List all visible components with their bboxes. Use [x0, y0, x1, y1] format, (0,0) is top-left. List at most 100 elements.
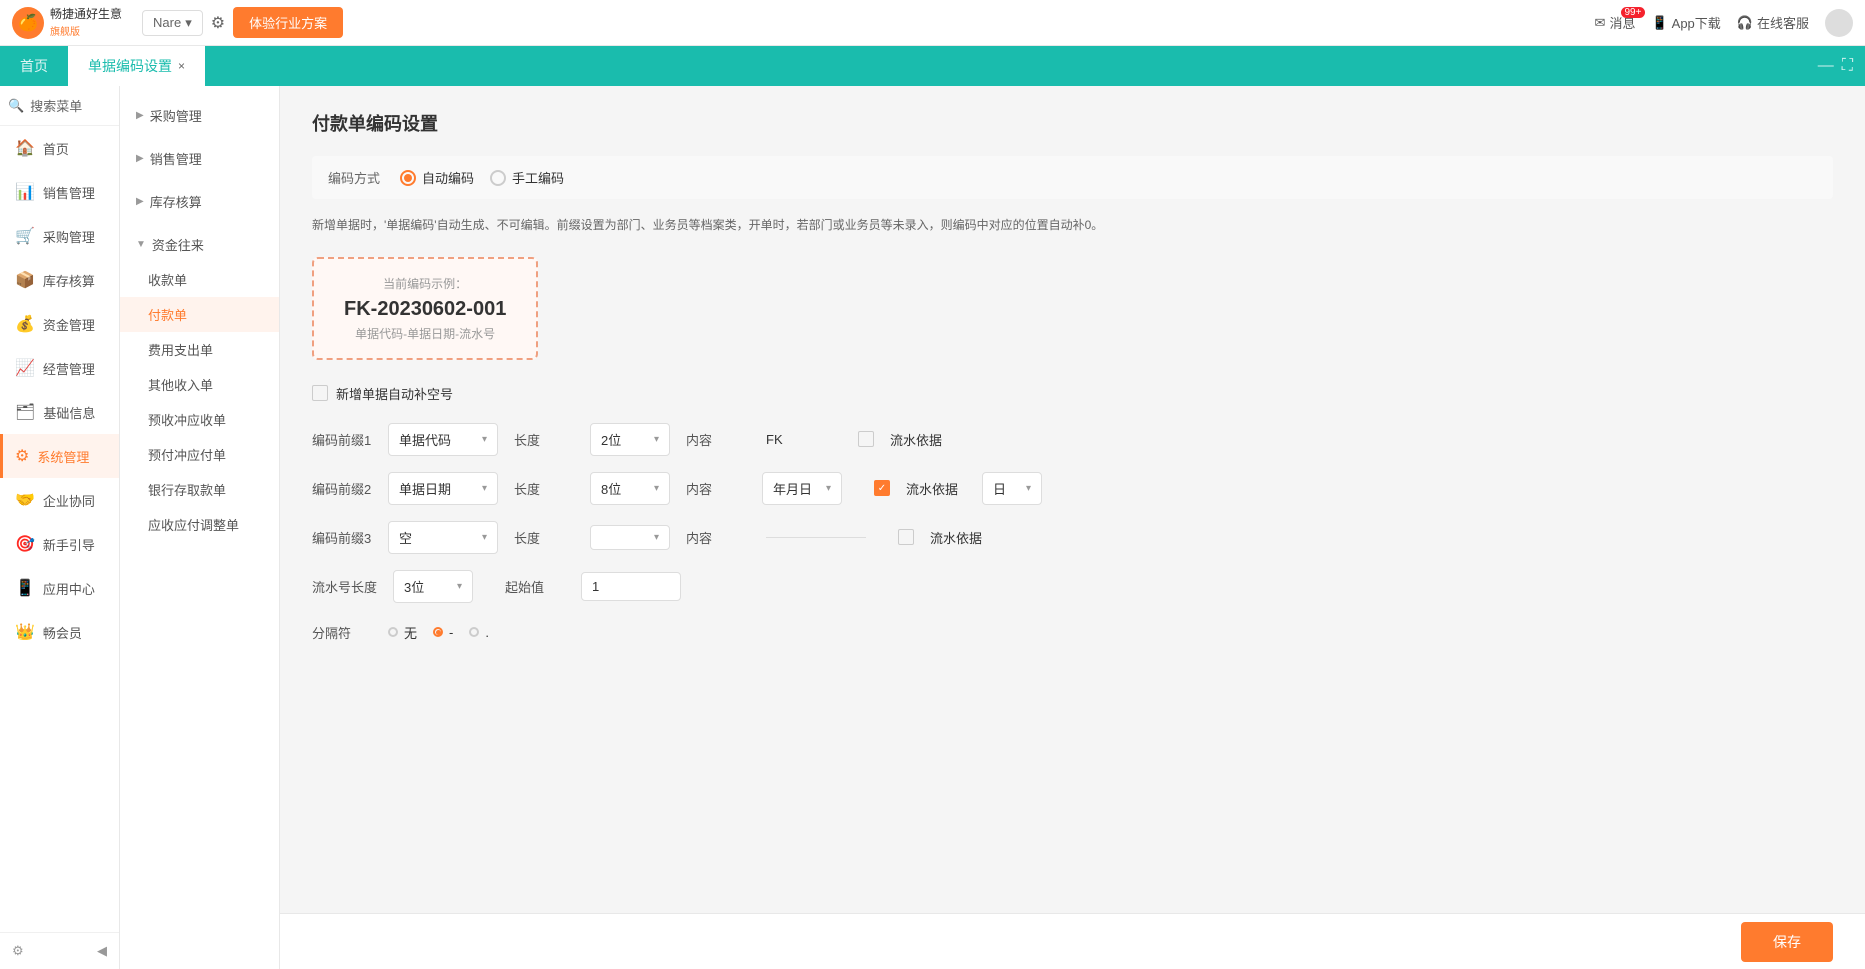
prefix2-select[interactable]: 单据日期 ▾ [388, 472, 498, 505]
prefix3-value: 空 [399, 528, 412, 547]
sidebar: 🔍 搜索菜单 🏠 首页 📊 销售管理 🛒 采购管理 📦 库存核算 💰 资金管理 … [0, 86, 120, 969]
sep-none-radio[interactable]: 无 [388, 623, 417, 642]
serial-row: 流水号长度 3位 ▾ 起始值 [312, 570, 1833, 603]
content-area: 付款单编码设置 编码方式 自动编码 手工编码 新增单据时，'单据编码'自动生成、… [280, 86, 1865, 969]
auto-code-radio[interactable]: 自动编码 [400, 168, 474, 187]
sub-group-sales-header[interactable]: ▶ 销售管理 [120, 141, 279, 176]
serial-follow3-checkbox[interactable] [898, 529, 914, 545]
logo-icon: 🍊 [12, 7, 44, 39]
sidebar-item-purchase-label: 采购管理 [43, 227, 95, 246]
sidebar-item-appcenter[interactable]: 📱 应用中心 [0, 566, 119, 610]
sidebar-item-operations[interactable]: 📈 经营管理 [0, 346, 119, 390]
sidebar-item-system[interactable]: ⚙ 系统管理 [0, 434, 119, 478]
sidebar-item-sales[interactable]: 📊 销售管理 [0, 170, 119, 214]
sidebar-search[interactable]: 🔍 搜索菜单 [0, 86, 119, 126]
sidebar-item-guide[interactable]: 🎯 新手引导 [0, 522, 119, 566]
prefix3-row: 编码前缀3 空 ▾ 长度 ▾ 内容 流水依据 [312, 521, 1833, 554]
code-preview-value: FK-20230602-001 [344, 298, 506, 321]
tab-voucher-code[interactable]: 单据编码设置 × [68, 46, 205, 86]
serial-follow2-label: 流水依据 [906, 479, 958, 498]
prefix2-row: 编码前缀2 单据日期 ▾ 长度 8位 ▾ 内容 年月日 ▾ ✓ 流水依据 [312, 472, 1833, 505]
prefix1-select[interactable]: 单据代码 ▾ [388, 423, 498, 456]
top-bar: 🍊 畅捷通好生意 旗舰版 Nare ▾ ⚙ 体验行业方案 ✉ 消息 99+ 📱 … [0, 0, 1865, 46]
sidebar-collapse-icon[interactable]: ◀ [97, 943, 107, 959]
sub-item-receipt[interactable]: 收款单 [120, 262, 279, 297]
sidebar-item-system-label: 系统管理 [37, 447, 89, 466]
sub-group-sales: ▶ 销售管理 [120, 137, 279, 180]
sep-dash-radio[interactable]: - [433, 625, 453, 640]
sub-item-ar-ap-adjust[interactable]: 应收应付调整单 [120, 507, 279, 542]
prefix3-select[interactable]: 空 ▾ [388, 521, 498, 554]
prefix3-arrow: ▾ [482, 532, 487, 543]
sub-group-inventory-header[interactable]: ▶ 库存核算 [120, 184, 279, 219]
sidebar-item-purchase[interactable]: 🛒 采购管理 [0, 214, 119, 258]
code-preview-label: 当前编码示例： [344, 275, 506, 292]
sub-group-finance: ▼ 资金往来 收款单 付款单 费用支出单 其他收入单 预收冲应收单 预付冲应付单… [120, 223, 279, 546]
length1-select[interactable]: 2位 ▾ [590, 423, 670, 456]
sales-icon: 📊 [15, 182, 35, 202]
sub-group-finance-header[interactable]: ▼ 资金往来 [120, 227, 279, 262]
sub-item-expense[interactable]: 费用支出单 [120, 332, 279, 367]
sidebar-item-home[interactable]: 🏠 首页 [0, 126, 119, 170]
chevron-down-icon: ▾ [185, 15, 192, 31]
trial-btn[interactable]: 体验行业方案 [233, 7, 343, 38]
save-button[interactable]: 保存 [1741, 922, 1833, 962]
serial-length-select[interactable]: 3位 ▾ [393, 570, 473, 603]
serial-follow2-unit-select[interactable]: 日 ▾ [982, 472, 1042, 505]
online-service-btn[interactable]: 🎧 在线客服 [1737, 13, 1809, 32]
tab-close-icon[interactable]: × [178, 59, 185, 73]
maximize-icon[interactable]: ⛶ [1842, 57, 1853, 75]
content2-select[interactable]: 年月日 ▾ [762, 472, 842, 505]
length1-value: 2位 [601, 430, 621, 449]
prefix3-label: 编码前缀3 [312, 528, 372, 547]
nav-tabs: 首页 单据编码设置 × — ⛶ [0, 46, 1865, 86]
online-service-label: 在线客服 [1757, 13, 1809, 32]
sidebar-item-member[interactable]: 👑 畅会员 [0, 610, 119, 654]
user-avatar[interactable] [1825, 9, 1853, 37]
auto-code-label: 自动编码 [422, 168, 474, 187]
sidebar-item-inventory[interactable]: 📦 库存核算 [0, 258, 119, 302]
sidebar-item-cooperation[interactable]: 🤝 企业协同 [0, 478, 119, 522]
settings-icon[interactable]: ⚙ [211, 13, 225, 33]
sub-item-bank-deposit[interactable]: 银行存取款单 [120, 472, 279, 507]
prefix2-arrow: ▾ [482, 483, 487, 494]
auto-fill-checkbox[interactable] [312, 385, 328, 401]
sub-group-purchase-header[interactable]: ▶ 采购管理 [120, 98, 279, 133]
sidebar-item-member-label: 畅会员 [43, 623, 82, 642]
start-value-label: 起始值 [505, 577, 565, 596]
top-right-actions: ✉ 消息 99+ 📱 App下载 🎧 在线客服 [1595, 9, 1853, 37]
encoding-method-row: 编码方式 自动编码 手工编码 [312, 156, 1833, 199]
manual-code-radio[interactable]: 手工编码 [490, 168, 564, 187]
message-btn[interactable]: ✉ 消息 99+ [1595, 13, 1636, 32]
sub-item-payment[interactable]: 付款单 [120, 297, 279, 332]
guide-icon: 🎯 [15, 534, 35, 554]
collapse-arrow-purchase: ▶ [136, 110, 144, 121]
sub-item-prepay-payment[interactable]: 预付冲应付单 [120, 437, 279, 472]
headset-icon: 🎧 [1737, 15, 1753, 31]
finance-icon: 💰 [15, 314, 35, 334]
length2-select[interactable]: 8位 ▾ [590, 472, 670, 505]
sidebar-item-base[interactable]: 🗂 基础信息 [0, 390, 119, 434]
sub-item-prepay-receipt[interactable]: 预收冲应收单 [120, 402, 279, 437]
serial-follow1-checkbox[interactable] [858, 431, 874, 447]
app-download-btn[interactable]: 📱 App下载 [1651, 13, 1720, 32]
sidebar-settings-icon[interactable]: ⚙ [12, 943, 24, 959]
prefix2-label: 编码前缀2 [312, 479, 372, 498]
mobile-icon: 📱 [1651, 15, 1667, 31]
encoding-radio-group: 自动编码 手工编码 [400, 168, 564, 187]
sidebar-item-finance[interactable]: 💰 资金管理 [0, 302, 119, 346]
nav-right-btns: — ⛶ [1818, 57, 1865, 75]
minimize-icon[interactable]: — [1818, 57, 1834, 75]
sub-item-other-income[interactable]: 其他收入单 [120, 367, 279, 402]
sep-dot-circle [469, 627, 479, 637]
sidebar-item-finance-label: 资金管理 [43, 315, 95, 334]
length3-select[interactable]: ▾ [590, 525, 670, 550]
sidebar-item-sales-label: 销售管理 [43, 183, 95, 202]
serial-follow3-label: 流水依据 [930, 528, 982, 547]
start-value-input[interactable] [581, 572, 681, 601]
sep-dot-radio[interactable]: . [469, 625, 489, 640]
serial-unit-arrow: ▾ [1026, 483, 1031, 494]
tab-home[interactable]: 首页 [0, 46, 68, 86]
company-selector[interactable]: Nare ▾ [142, 10, 203, 36]
serial-follow2-checkbox[interactable]: ✓ [874, 480, 890, 496]
